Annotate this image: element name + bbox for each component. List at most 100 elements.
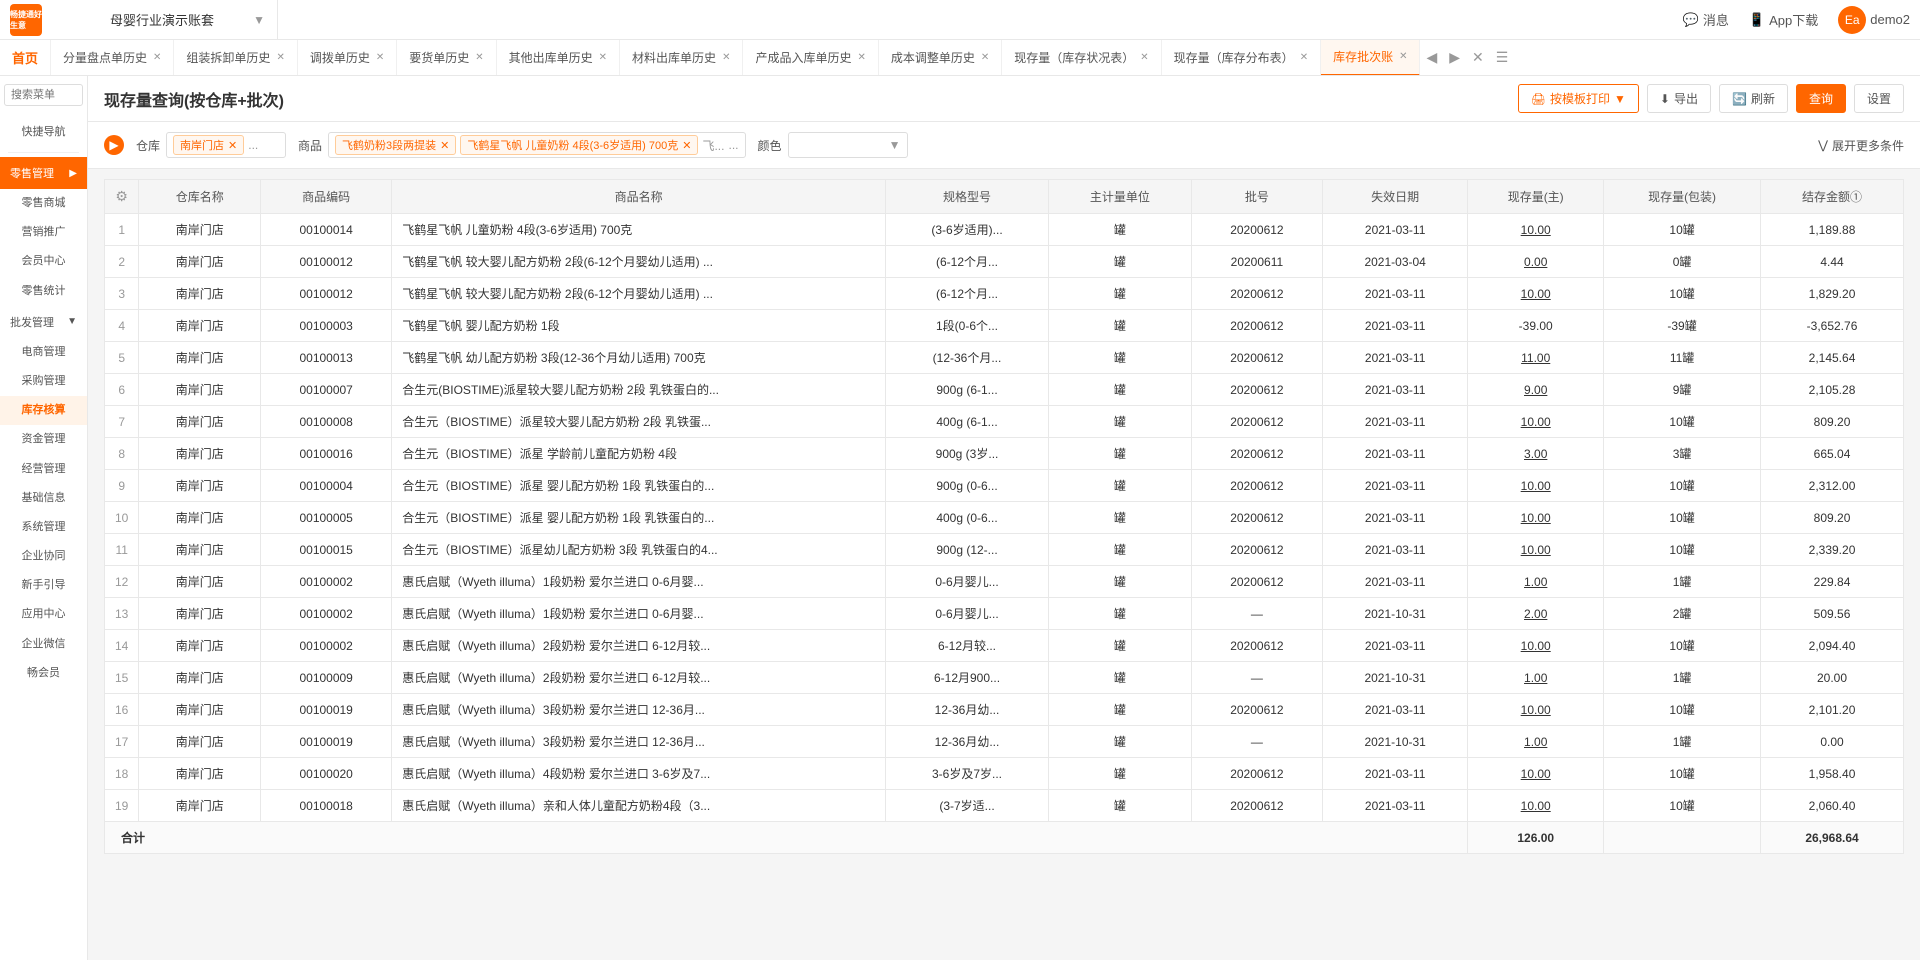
- th-settings[interactable]: ⚙: [105, 180, 139, 214]
- expand-more-btn[interactable]: ⋁ 展开更多条件: [1818, 137, 1904, 154]
- cell-warehouse: 南岸门店: [139, 246, 261, 278]
- close-icon[interactable]: ✕: [599, 52, 607, 63]
- sidebar-item-wholesale[interactable]: 批发管理 ▼: [0, 306, 87, 338]
- refresh-btn[interactable]: 🔄 刷新: [1719, 84, 1788, 113]
- cell-stock[interactable]: 10.00: [1468, 534, 1604, 566]
- warehouse-more[interactable]: ...: [248, 138, 258, 152]
- tab-other-out[interactable]: 其他出库单历史 ✕: [497, 40, 620, 76]
- sidebar-item-enterprise-wechat[interactable]: 企业微信: [0, 630, 87, 659]
- product-tag-container[interactable]: 飞鹤奶粉3段两提装 ✕ 飞鹤星飞帆 儿童奶粉 4段(3-6岁适用) 700克 ✕…: [328, 132, 745, 158]
- settings-icon[interactable]: ⚙: [115, 188, 128, 204]
- cell-amount: 809.20: [1761, 502, 1904, 534]
- cell-warehouse: 南岸门店: [139, 310, 261, 342]
- template-print-btn[interactable]: 🖨 按模板打印 ▼: [1518, 84, 1639, 113]
- cell-stock[interactable]: 10.00: [1468, 630, 1604, 662]
- cell-stock[interactable]: 10.00: [1468, 790, 1604, 822]
- cell-name: 惠氏启赋（Wyeth illuma）1段奶粉 爱尔兰进口 0-6月婴...: [392, 566, 886, 598]
- cell-stock[interactable]: 1.00: [1468, 726, 1604, 758]
- message-btn[interactable]: 💬 消息: [1683, 10, 1729, 29]
- close-icon[interactable]: ✕: [153, 52, 161, 63]
- app-download-btn[interactable]: 📱 App下载: [1749, 10, 1818, 29]
- nav-menu[interactable]: ☰: [1490, 49, 1515, 66]
- sidebar-item-label: 营销推广: [22, 226, 66, 239]
- cell-stock[interactable]: 11.00: [1468, 342, 1604, 374]
- sidebar-item-retail-store[interactable]: 零售商城: [0, 189, 87, 218]
- user-profile[interactable]: Ea demo2: [1838, 6, 1910, 34]
- sidebar-item-system[interactable]: 系统管理: [0, 513, 87, 542]
- sidebar-item-marketing[interactable]: 营销推广: [0, 218, 87, 247]
- nav-scroll-left[interactable]: ◀: [1420, 49, 1443, 66]
- sidebar-item-retail-stats[interactable]: 零售统计: [0, 277, 87, 306]
- sidebar-item-enterprise[interactable]: 企业协同: [0, 542, 87, 571]
- nav-scroll-right[interactable]: ▶: [1443, 49, 1466, 66]
- product-more[interactable]: 飞...: [702, 137, 724, 154]
- sidebar-item-finance[interactable]: 资金管理: [0, 425, 87, 454]
- tab-require[interactable]: 要货单历史 ✕: [397, 40, 496, 76]
- warehouse-tag-remove[interactable]: ✕: [228, 139, 237, 152]
- nav-close-all[interactable]: ✕: [1466, 49, 1490, 66]
- close-icon[interactable]: ✕: [1399, 51, 1407, 62]
- sidebar-item-inventory[interactable]: 库存核算: [0, 396, 87, 425]
- product-more-dots[interactable]: ...: [728, 138, 738, 152]
- close-icon[interactable]: ✕: [276, 52, 284, 63]
- export-btn[interactable]: ⬇ 导出: [1647, 84, 1711, 113]
- tab-stock-status[interactable]: 现存量（库存状况表） ✕: [1002, 40, 1161, 76]
- close-icon[interactable]: ✕: [1300, 52, 1308, 63]
- cell-stock[interactable]: 9.00: [1468, 374, 1604, 406]
- cell-stock[interactable]: 2.00: [1468, 598, 1604, 630]
- row-number: 15: [105, 662, 139, 694]
- warehouse-tag-container[interactable]: 南岸门店 ✕ ...: [166, 132, 286, 158]
- cell-stock[interactable]: 10.00: [1468, 214, 1604, 246]
- cell-stock[interactable]: 10.00: [1468, 758, 1604, 790]
- cell-stock[interactable]: 1.00: [1468, 662, 1604, 694]
- tab-split[interactable]: 分量盘点单历史 ✕: [51, 40, 174, 76]
- tab-stock-dist[interactable]: 现存量（库存分布表） ✕: [1162, 40, 1321, 76]
- sidebar-item-member[interactable]: 会员中心: [0, 247, 87, 276]
- close-icon[interactable]: ✕: [475, 52, 483, 63]
- sidebar-item-retail-mgmt[interactable]: 零售管理 ▶: [0, 157, 87, 189]
- product-tag-remove[interactable]: ✕: [682, 139, 691, 152]
- cell-stock[interactable]: 10.00: [1468, 502, 1604, 534]
- tab-product-in[interactable]: 产成品入库单历史 ✕: [743, 40, 878, 76]
- cell-stock[interactable]: 0.00: [1468, 246, 1604, 278]
- settings-btn[interactable]: 设置: [1854, 84, 1904, 113]
- sidebar-item-basics[interactable]: 基础信息: [0, 484, 87, 513]
- industry-selector[interactable]: 母婴行业演示账套 ▼: [98, 0, 278, 40]
- expand-filter-btn[interactable]: ▶: [104, 135, 124, 155]
- tab-batch[interactable]: 库存批次账 ✕: [1321, 40, 1420, 76]
- cell-stock[interactable]: 10.00: [1468, 406, 1604, 438]
- cell-stock[interactable]: 10.00: [1468, 278, 1604, 310]
- sidebar-item-operations[interactable]: 经营管理: [0, 455, 87, 484]
- close-icon[interactable]: ✕: [857, 52, 865, 63]
- cell-warehouse: 南岸门店: [139, 502, 261, 534]
- sidebar-item-purchase[interactable]: 采购管理: [0, 367, 87, 396]
- tab-material-out[interactable]: 材料出库单历史 ✕: [620, 40, 743, 76]
- tab-mix[interactable]: 调拨单历史 ✕: [298, 40, 397, 76]
- row-number: 7: [105, 406, 139, 438]
- product-tag-remove[interactable]: ✕: [440, 139, 449, 152]
- page-title: 现存量查询(按仓库+批次): [104, 87, 284, 111]
- sidebar-item-app-center[interactable]: 应用中心: [0, 600, 87, 629]
- cell-expiry: 2021-03-11: [1323, 534, 1468, 566]
- cell-stock[interactable]: 10.00: [1468, 694, 1604, 726]
- query-btn[interactable]: 查询: [1796, 84, 1846, 113]
- close-icon[interactable]: ✕: [981, 52, 989, 63]
- tab-unpack[interactable]: 组装拆卸单历史 ✕: [174, 40, 297, 76]
- close-icon[interactable]: ✕: [722, 52, 730, 63]
- cell-unit: 罐: [1048, 438, 1191, 470]
- color-tag-container[interactable]: ▼: [788, 132, 908, 158]
- cell-stock[interactable]: 10.00: [1468, 470, 1604, 502]
- sidebar-item-ecommerce[interactable]: 电商管理: [0, 338, 87, 367]
- cell-code: 00100015: [261, 534, 392, 566]
- sidebar-item-member2[interactable]: 畅会员: [0, 659, 87, 688]
- tab-cost-adj[interactable]: 成本调整单历史 ✕: [879, 40, 1002, 76]
- table-row: 15 南岸门店 00100009 惠氏启赋（Wyeth illuma）2段奶粉 …: [105, 662, 1904, 694]
- tab-home[interactable]: 首页: [0, 40, 51, 76]
- close-icon[interactable]: ✕: [1140, 52, 1148, 63]
- sidebar-item-new-guide[interactable]: 新手引导: [0, 571, 87, 600]
- search-input[interactable]: [4, 84, 83, 106]
- cell-stock[interactable]: 3.00: [1468, 438, 1604, 470]
- cell-warehouse: 南岸门店: [139, 214, 261, 246]
- close-icon[interactable]: ✕: [376, 52, 384, 63]
- cell-stock[interactable]: 1.00: [1468, 566, 1604, 598]
